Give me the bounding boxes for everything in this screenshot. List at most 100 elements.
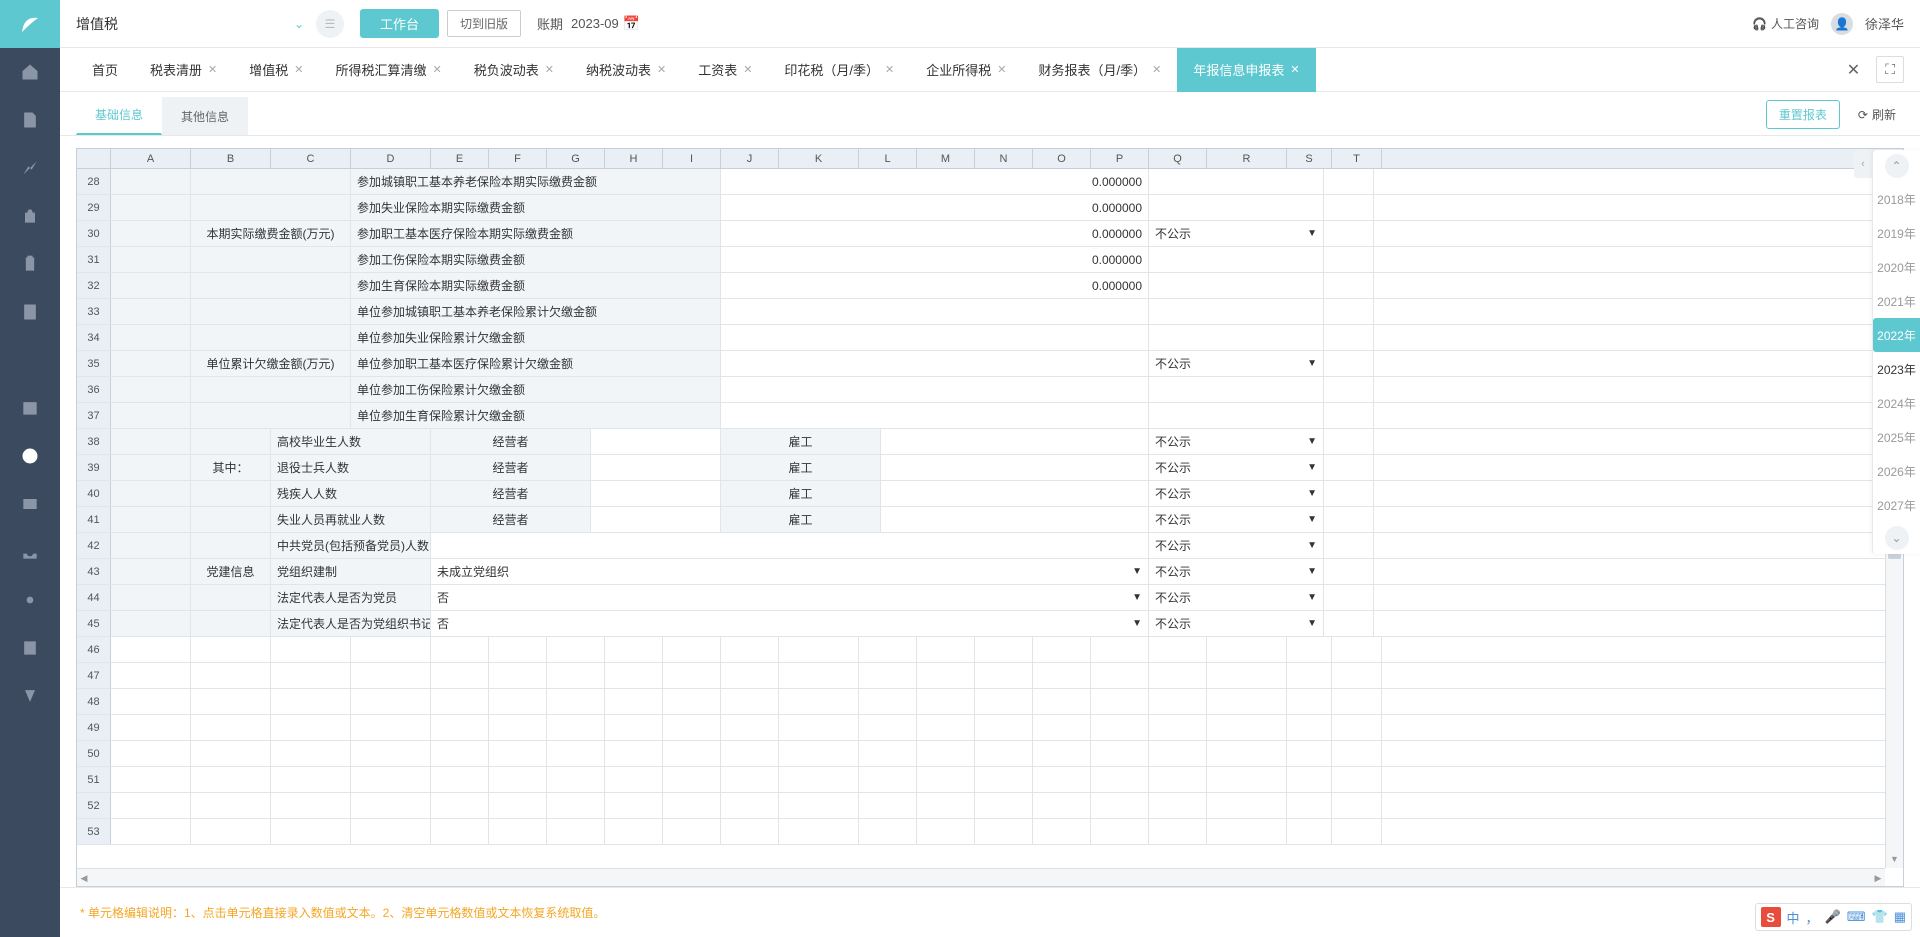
empty-cell[interactable] [605, 819, 663, 844]
empty-cell[interactable] [1332, 663, 1382, 688]
row-header-52[interactable]: 52 [77, 793, 111, 818]
sheet-corner[interactable] [77, 149, 111, 168]
empty-cell[interactable] [721, 715, 779, 740]
col-header-H[interactable]: H [605, 149, 663, 168]
empty-cell[interactable] [191, 767, 271, 792]
col-header-C[interactable]: C [271, 149, 351, 168]
app-logo[interactable] [0, 0, 60, 48]
empty-cell[interactable] [859, 689, 917, 714]
empty-cell[interactable] [721, 663, 779, 688]
empty-cell[interactable] [779, 767, 859, 792]
workspace-button[interactable]: 工作台 [360, 9, 439, 38]
switch-old-button[interactable]: 切到旧版 [447, 10, 521, 37]
avatar[interactable]: 👤 [1831, 13, 1853, 35]
publicity-cell[interactable]: 不公示▼ [1149, 351, 1324, 376]
empty-cell[interactable] [663, 689, 721, 714]
row-header-32[interactable]: 32 [77, 273, 111, 298]
empty-cell[interactable] [271, 793, 351, 818]
empty-cell[interactable] [1033, 741, 1091, 766]
empty-cell[interactable] [859, 715, 917, 740]
publicity-cell[interactable] [1149, 169, 1324, 194]
empty-cell[interactable] [489, 819, 547, 844]
col-header-L[interactable]: L [859, 149, 917, 168]
year-2020年[interactable]: 2020年 [1873, 250, 1920, 284]
publicity-cell[interactable]: 不公示▼ [1149, 585, 1324, 610]
empty-cell[interactable] [489, 715, 547, 740]
nav-active-icon[interactable] [0, 432, 60, 480]
empty-cell[interactable] [975, 793, 1033, 818]
col-header-Q[interactable]: Q [1149, 149, 1207, 168]
empty-cell[interactable] [1149, 689, 1207, 714]
value-cell[interactable]: 否▼ [431, 585, 1149, 610]
row-header-42[interactable]: 42 [77, 533, 111, 558]
empty-cell[interactable] [975, 715, 1033, 740]
year-2026年[interactable]: 2026年 [1873, 454, 1920, 488]
empty-cell[interactable] [1287, 637, 1332, 662]
row-header-47[interactable]: 47 [77, 663, 111, 688]
empty-cell[interactable] [111, 689, 191, 714]
dropdown-icon[interactable]: ▼ [1307, 358, 1317, 369]
row-header-38[interactable]: 38 [77, 429, 111, 454]
empty-cell[interactable] [975, 637, 1033, 662]
year-2019年[interactable]: 2019年 [1873, 216, 1920, 250]
year-2025年[interactable]: 2025年 [1873, 420, 1920, 454]
empty-cell[interactable] [1207, 819, 1287, 844]
empty-cell[interactable] [1207, 689, 1287, 714]
empty-cell[interactable] [1033, 793, 1091, 818]
row-header-34[interactable]: 34 [77, 325, 111, 350]
value-cell[interactable]: 未成立党组织▼ [431, 559, 1149, 584]
empty-cell[interactable] [111, 637, 191, 662]
tab-5[interactable]: 纳税波动表✕ [570, 48, 682, 92]
calendar-icon[interactable]: 📅 [623, 15, 640, 32]
ime-lang[interactable]: 中 [1787, 908, 1800, 927]
empty-cell[interactable] [721, 793, 779, 818]
row-header-50[interactable]: 50 [77, 741, 111, 766]
empty-cell[interactable] [111, 793, 191, 818]
empty-cell[interactable] [1332, 819, 1382, 844]
close-icon[interactable]: ✕ [885, 63, 894, 76]
empty-cell[interactable] [1091, 715, 1149, 740]
nav-chart-icon[interactable] [0, 144, 60, 192]
scroll-right-icon[interactable]: ▶ [1871, 869, 1885, 886]
value-cell[interactable] [721, 299, 1149, 324]
row-header-41[interactable]: 41 [77, 507, 111, 532]
empty-cell[interactable] [1149, 663, 1207, 688]
empty-cell[interactable] [1332, 741, 1382, 766]
empty-cell[interactable] [779, 793, 859, 818]
reset-report-button[interactable]: 重置报表 [1766, 100, 1840, 129]
publicity-cell[interactable]: 不公示▼ [1149, 533, 1324, 558]
tab-10[interactable]: 年报信息申报表✕ [1177, 48, 1315, 92]
empty-cell[interactable] [1149, 793, 1207, 818]
tab-6[interactable]: 工资表✕ [682, 48, 768, 92]
value-cell[interactable] [721, 377, 1149, 402]
empty-cell[interactable] [859, 767, 917, 792]
tab-9[interactable]: 财务报表（月/季）✕ [1023, 48, 1178, 92]
empty-cell[interactable] [1091, 689, 1149, 714]
empty-cell[interactable] [271, 767, 351, 792]
dropdown-icon[interactable]: ▼ [1132, 592, 1142, 603]
col-header-O[interactable]: O [1033, 149, 1091, 168]
dropdown-icon[interactable]: ▼ [1307, 462, 1317, 473]
empty-cell[interactable] [859, 793, 917, 818]
empty-cell[interactable] [779, 741, 859, 766]
dropdown-icon[interactable]: ▼ [1307, 618, 1317, 629]
value-cell2[interactable] [881, 429, 1149, 454]
subtab-other-info[interactable]: 其他信息 [162, 97, 248, 135]
empty-cell[interactable] [351, 793, 431, 818]
empty-cell[interactable] [1149, 637, 1207, 662]
close-icon[interactable]: ✕ [545, 63, 554, 76]
row-header-36[interactable]: 36 [77, 377, 111, 402]
publicity-cell[interactable]: 不公示▼ [1149, 455, 1324, 480]
empty-cell[interactable] [1149, 715, 1207, 740]
empty-cell[interactable] [917, 715, 975, 740]
empty-cell[interactable] [1332, 637, 1382, 662]
empty-cell[interactable] [779, 637, 859, 662]
row-header-43[interactable]: 43 [77, 559, 111, 584]
subtab-basic-info[interactable]: 基础信息 [76, 95, 162, 135]
empty-cell[interactable] [547, 689, 605, 714]
empty-cell[interactable] [917, 689, 975, 714]
empty-cell[interactable] [431, 767, 489, 792]
tab-1[interactable]: 税表清册✕ [134, 48, 233, 92]
empty-cell[interactable] [917, 819, 975, 844]
empty-cell[interactable] [663, 767, 721, 792]
